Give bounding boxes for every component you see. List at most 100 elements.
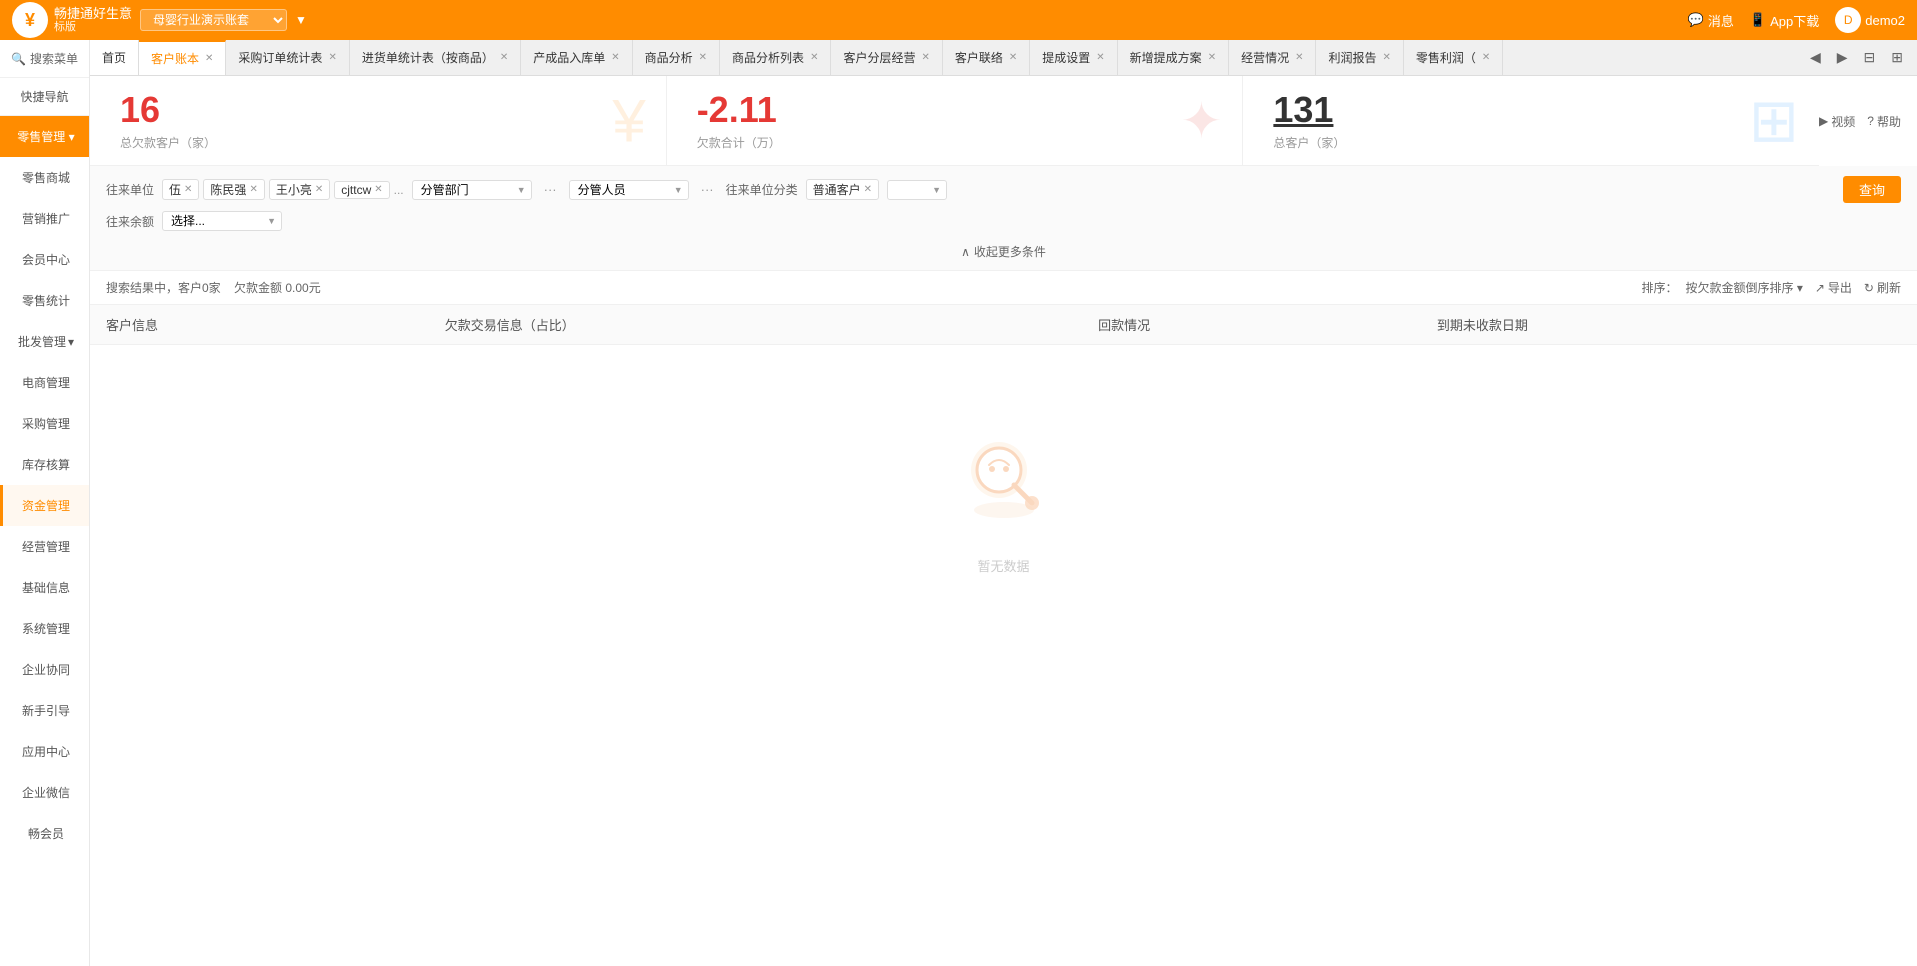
tab-customer-contact[interactable]: 客户联络 ✕ [943,40,1030,76]
tab-close-icon[interactable]: ✕ [500,52,508,63]
help-btn[interactable]: ? 帮助 [1867,113,1901,130]
tag-close-cjttcw[interactable]: ✕ [374,184,382,195]
tab-close-icon[interactable]: ✕ [1208,52,1216,63]
sidebar-item-member[interactable]: 会员中心 [0,239,89,280]
sidebar-item-system[interactable]: 系统管理 [0,608,89,649]
tab-close-icon[interactable]: ✕ [810,52,818,63]
video-icon: ▶ [1819,114,1828,128]
tab-close-icon[interactable]: ✕ [1009,52,1017,63]
sidebar-item-pro-member[interactable]: 畅会员 [0,813,89,854]
tag-text: 王小亮 [276,181,312,198]
app-wrapper: ¥ 畅捷通好生意 标版 母婴行业演示账套 ▼ 💬 消息 📱 App下载 D [0,0,1917,966]
export-btn[interactable]: ↗ 导出 [1815,279,1852,296]
tab-nav-right[interactable]: ▶ [1831,47,1854,68]
refresh-btn[interactable]: ↻ 刷新 [1864,279,1901,296]
sidebar-item-finance[interactable]: 资金管理 [0,485,89,526]
unit-class-select[interactable] [887,180,947,200]
sidebar-item-purchase[interactable]: 采购管理 [0,403,89,444]
tag-close-chen[interactable]: ✕ [249,184,257,195]
sidebar-item-operation[interactable]: 经营管理 [0,526,89,567]
sidebar-search[interactable]: 🔍 搜索菜单 [0,40,89,78]
sidebar-item-ecommerce[interactable]: 电商管理 [0,362,89,403]
tab-product-inbound[interactable]: 产成品入库单 ✕ [521,40,632,76]
download-btn[interactable]: 📱 App下载 [1750,11,1819,30]
result-text: 搜索结果中，客户0家 欠款金额 0.00元 [106,279,321,296]
tab-product-analysis[interactable]: 商品分析 ✕ [633,40,720,76]
logo-area: ¥ 畅捷通好生意 标版 [12,2,132,38]
person-ellipsis[interactable]: ··· [697,182,718,197]
sidebar-item-marketing[interactable]: 营销推广 [0,198,89,239]
balance-select[interactable]: 选择... [162,211,282,231]
collapse-btn[interactable]: ∧ 收起更多条件 [961,243,1046,260]
sidebar-item-label: 资金管理 [22,499,70,513]
sidebar-item-label: 新手引导 [22,704,70,718]
search-menu-btn[interactable]: 🔍 搜索菜单 [8,50,81,67]
quick-nav-btn[interactable]: 快捷导航 [0,78,89,116]
person-select[interactable]: 分管人员 [569,180,689,200]
sidebar-item-retail-mall[interactable]: 零售商城 [0,157,89,198]
tag-text: 伍 [169,181,181,198]
data-table: 客户信息 欠款交易信息（占比） 回款情况 到期未收款日期 [90,305,1917,345]
stat-block-total-customers: ⊞ 131 总客户（家） [1243,76,1819,165]
sidebar-item-retail-mgmt[interactable]: 零售管理 ▾ [0,116,89,157]
stat-value-debt: -2.11 [697,90,777,130]
sort-value[interactable]: 按欠款金额倒序排序 ▾ [1685,279,1802,296]
sort-label: 排序： [1641,279,1677,296]
sidebar-item-inventory[interactable]: 库存核算 [0,444,89,485]
tab-close-icon[interactable]: ✕ [1295,52,1303,63]
sidebar-item-label: 库存核算 [22,458,70,472]
avatar: D [1835,7,1861,33]
tab-close-icon[interactable]: ✕ [699,52,707,63]
tab-customer-segment[interactable]: 客户分层经营 ✕ [831,40,942,76]
tab-close-icon[interactable]: ✕ [205,53,213,64]
help-icon: ? [1867,114,1874,128]
tag-close-normal-customer[interactable]: ✕ [864,184,872,195]
sidebar-item-new-guide[interactable]: 新手引导 [0,690,89,731]
tab-operation-status[interactable]: 经营情况 ✕ [1229,40,1316,76]
tab-stock-stats[interactable]: 进货单统计表（按商品） ✕ [350,40,521,76]
sidebar-item-enterprise-wechat[interactable]: 企业微信 [0,772,89,813]
sidebar-item-basic-info[interactable]: 基础信息 [0,567,89,608]
tag-close-wang[interactable]: ✕ [315,184,323,195]
tab-actions: ◀ ▶ ⊟ ⊞ [1804,47,1917,68]
industry-select[interactable]: 母婴行业演示账套 [140,9,287,31]
tab-close-icon[interactable]: ✕ [921,52,929,63]
sidebar-item-app-center[interactable]: 应用中心 [0,731,89,772]
tab-new-promotion-plan[interactable]: 新增提成方案 ✕ [1118,40,1229,76]
tab-profit-report[interactable]: 利润报告 ✕ [1316,40,1403,76]
sidebar-item-label: 企业微信 [22,786,70,800]
unit-class-select-wrap [887,180,947,200]
message-btn[interactable]: 💬 消息 [1688,11,1734,30]
tab-retail-profit[interactable]: 零售利润（ ✕ [1404,40,1503,76]
tab-maximize[interactable]: ⊞ [1885,47,1909,68]
dept-ellipsis[interactable]: ··· [540,182,561,197]
tab-close-icon[interactable]: ✕ [1096,52,1104,63]
tab-product-analysis-list[interactable]: 商品分析列表 ✕ [720,40,831,76]
stat-label-customers: 总欠款客户（家） [120,134,216,151]
filter-more-btn[interactable]: ... [394,183,404,197]
sidebar-item-wholesale[interactable]: 批发管理 ▾ [0,321,89,362]
query-btn[interactable]: 查询 [1843,176,1901,203]
tag-close-wu[interactable]: ✕ [184,184,192,195]
dept-select[interactable]: 分管部门 [412,180,532,200]
tab-purchase-order[interactable]: 采购订单统计表 ✕ [226,40,349,76]
unit-label: 往来单位 [106,181,154,198]
top-bar: ¥ 畅捷通好生意 标版 母婴行业演示账套 ▼ 💬 消息 📱 App下载 D [0,0,1917,40]
dept-select-wrap: 分管部门 [412,180,532,200]
sidebar-item-enterprise-coop[interactable]: 企业协同 [0,649,89,690]
sidebar-item-retail-stats[interactable]: 零售统计 [0,280,89,321]
tab-customer-ledger[interactable]: 客户账本 ✕ [139,40,226,76]
tab-promotion-settings[interactable]: 提成设置 ✕ [1030,40,1117,76]
content-area: 首页 客户账本 ✕ 采购订单统计表 ✕ 进货单统计表（按商品） ✕ 产成品入库单… [90,40,1917,966]
tab-close-icon[interactable]: ✕ [328,52,336,63]
tab-close-icon[interactable]: ✕ [1482,52,1490,63]
video-btn[interactable]: ▶ 视频 [1819,113,1855,130]
user-area[interactable]: D demo2 [1835,7,1905,33]
tab-nav-left[interactable]: ◀ [1804,47,1827,68]
tab-label: 客户联络 [955,49,1003,66]
filter-row-2: 往来余额 选择... [106,211,1901,231]
tab-close-icon[interactable]: ✕ [1383,52,1391,63]
tab-home[interactable]: 首页 [90,40,139,76]
tab-minimize[interactable]: ⊟ [1858,47,1882,68]
tab-close-icon[interactable]: ✕ [611,52,619,63]
